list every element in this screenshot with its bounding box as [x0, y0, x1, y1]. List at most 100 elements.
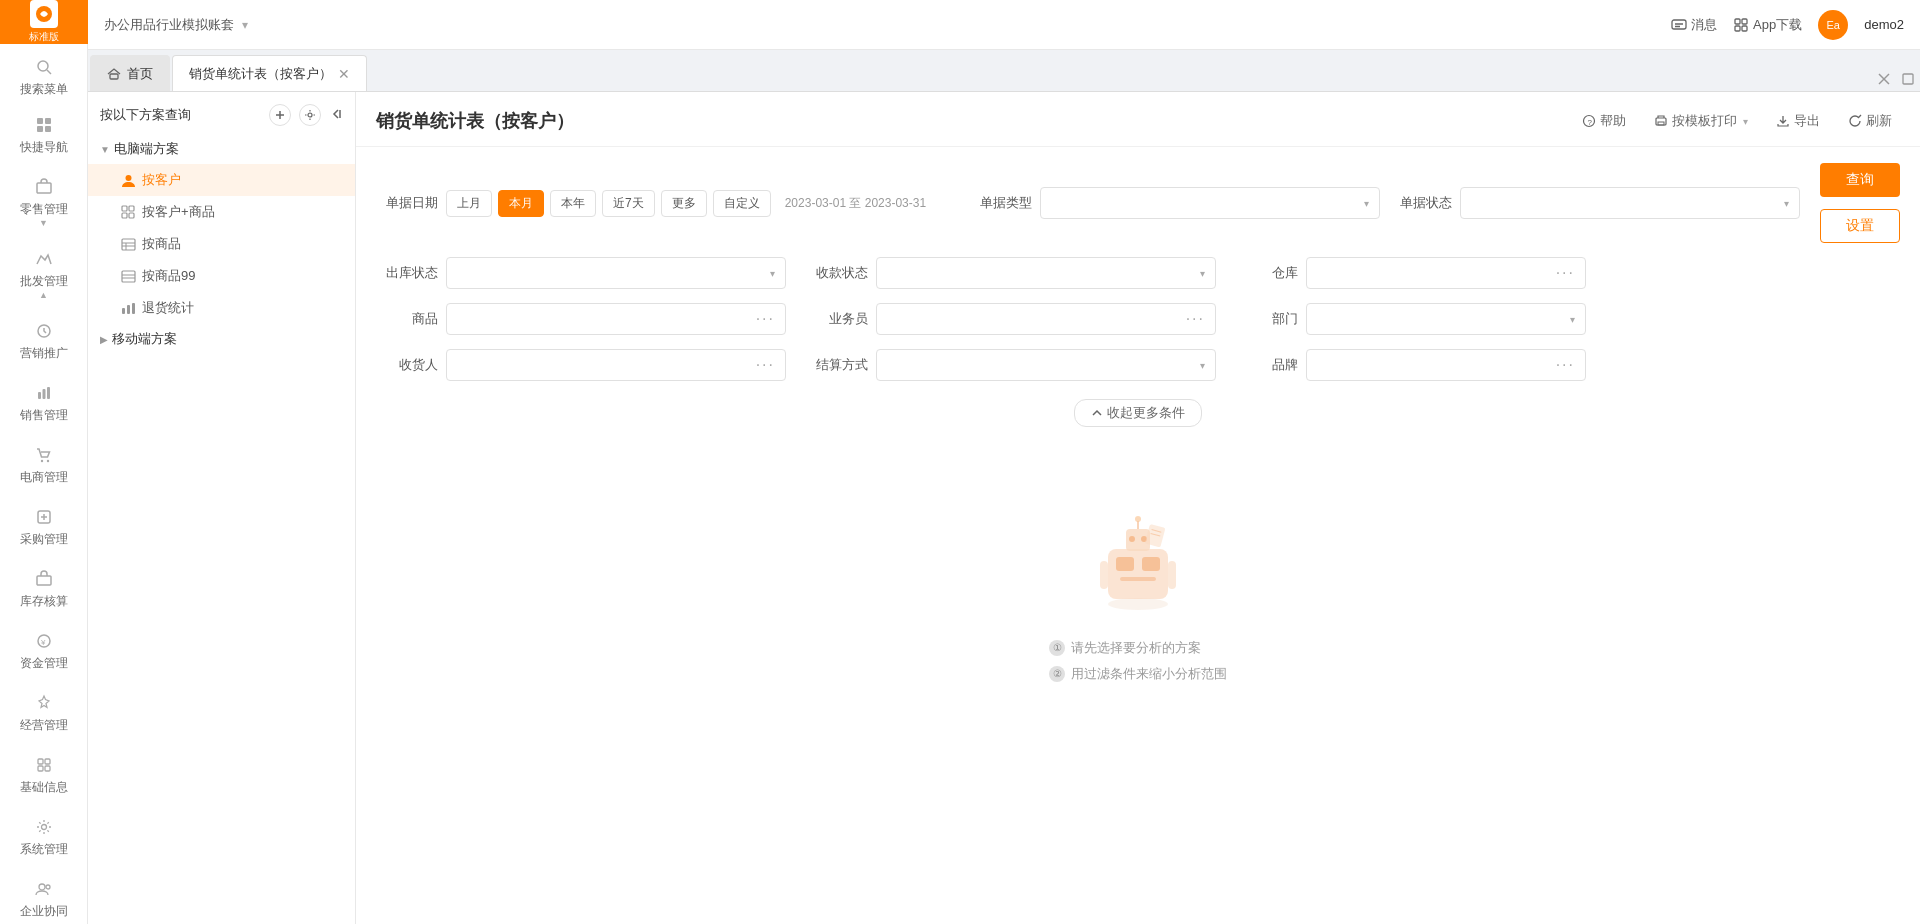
sidebar-item-search[interactable]: 搜索菜单: [0, 44, 88, 104]
sidebar-item-enterprise[interactable]: 企业协同: [0, 868, 88, 924]
goods-select[interactable]: ···: [446, 303, 786, 335]
tree-item-by-goods-99-label: 按商品99: [142, 267, 195, 285]
warehouse-label: 仓库: [1236, 264, 1306, 282]
sidebar-item-operation[interactable]: 经营管理: [0, 682, 88, 744]
svg-point-1: [38, 61, 48, 71]
print-icon: [1654, 114, 1668, 128]
help-icon: ?: [1582, 114, 1596, 128]
staff-select[interactable]: ···: [876, 303, 1216, 335]
brand-select[interactable]: ···: [1306, 349, 1586, 381]
left-panel-header: 按以下方案查询: [88, 92, 355, 134]
svg-point-71: [1129, 536, 1135, 542]
date-picker-group: 上月 本月 本年 近7天 更多 自定义 2023-03-01 至 2023-03…: [446, 190, 970, 217]
message-icon: [1671, 17, 1687, 33]
svg-rect-60: [132, 303, 135, 314]
refresh-btn[interactable]: 刷新: [1840, 108, 1900, 134]
export-btn[interactable]: 导出: [1768, 108, 1828, 134]
system-label: 系统管理: [20, 841, 68, 858]
svg-rect-48: [129, 206, 134, 211]
date-btn-this-month[interactable]: 本月: [498, 190, 544, 217]
left-panel-actions: [269, 104, 343, 126]
goods-dots[interactable]: ···: [756, 310, 775, 328]
date-btn-more[interactable]: 更多: [661, 190, 707, 217]
sidebar-item-inventory[interactable]: 库存核算: [0, 558, 88, 620]
sidebar-item-wholesale[interactable]: 批发管理 ▲: [0, 238, 88, 310]
basic-icon: [33, 754, 55, 776]
logo-icon: [30, 0, 58, 28]
settings-btn[interactable]: 设置: [1820, 209, 1900, 243]
date-btn-custom[interactable]: 自定义: [713, 190, 771, 217]
payment-select[interactable]: ▾: [876, 257, 1216, 289]
app-download-btn[interactable]: App下载: [1733, 16, 1802, 34]
status-select[interactable]: ▾: [1460, 187, 1800, 219]
status-dropdown-arrow: ▾: [1784, 198, 1789, 209]
print-btn[interactable]: 按模板打印 ▾: [1646, 108, 1756, 134]
warehouse-select[interactable]: ···: [1306, 257, 1586, 289]
window-maximize-btn[interactable]: [1896, 67, 1920, 91]
tab-sales-stat[interactable]: 销货单统计表（按客户） ✕: [172, 55, 367, 91]
sidebar-item-quick-nav[interactable]: 快捷导航: [0, 104, 88, 166]
collapse-filters-btn[interactable]: 收起更多条件: [1074, 399, 1202, 427]
help-btn[interactable]: ? 帮助: [1574, 108, 1634, 134]
warehouse-dots[interactable]: ···: [1556, 264, 1575, 282]
tree-group-mobile[interactable]: ▶ 移动端方案: [88, 324, 355, 354]
dept-select[interactable]: ▾: [1306, 303, 1586, 335]
date-btn-last-month[interactable]: 上月: [446, 190, 492, 217]
search-icon: [33, 56, 55, 78]
sidebar-item-basic[interactable]: 基础信息: [0, 744, 88, 806]
svg-rect-51: [122, 239, 135, 250]
svg-point-74: [1135, 516, 1141, 522]
logo-area[interactable]: 标准版: [0, 0, 88, 44]
collapse-panel-btn[interactable]: [329, 107, 343, 124]
sales-label: 销售管理: [20, 407, 68, 424]
sidebar-item-system[interactable]: 系统管理: [0, 806, 88, 868]
date-btn-this-year[interactable]: 本年: [550, 190, 596, 217]
tab-bar: 首页 销货单统计表（按客户） ✕: [88, 50, 1920, 92]
tree-item-by-goods-99[interactable]: 按商品99: [88, 260, 355, 292]
messages-btn[interactable]: 消息: [1671, 16, 1717, 34]
chart-icon: [120, 300, 136, 316]
sidebar-search-label: 搜索菜单: [20, 81, 68, 98]
sidebar-item-finance[interactable]: ¥ 资金管理: [0, 620, 88, 682]
empty-state: ① 请先选择要分析的方案 ② 用过滤条件来缩小分析范围: [356, 439, 1920, 747]
window-close-btn[interactable]: [1872, 67, 1896, 91]
collapse-filters-row: 收起更多条件: [376, 395, 1900, 439]
header-left: 办公用品行业模拟账套 ▾: [104, 16, 248, 34]
recipient-select[interactable]: ···: [446, 349, 786, 381]
export-label: 导出: [1794, 112, 1820, 130]
svg-line-2: [47, 70, 51, 74]
settlement-select[interactable]: ▾: [876, 349, 1216, 381]
inventory-label: 库存核算: [20, 593, 68, 610]
tab-close-btn[interactable]: ✕: [338, 66, 350, 82]
page-area: 按以下方案查询 ▼ 电脑端方案: [88, 92, 1920, 924]
brand-dots[interactable]: ···: [1556, 356, 1575, 374]
collapse-filters-label: 收起更多条件: [1107, 404, 1185, 422]
sidebar-item-purchase[interactable]: 采购管理: [0, 496, 88, 558]
purchase-label: 采购管理: [20, 531, 68, 548]
print-label: 按模板打印: [1672, 112, 1737, 130]
sidebar-item-ecommerce[interactable]: 电商管理: [0, 434, 88, 496]
settings-scheme-btn[interactable]: [299, 104, 321, 126]
type-select[interactable]: ▾: [1040, 187, 1380, 219]
tree-item-return-stat[interactable]: 退货统计: [88, 292, 355, 324]
tree-group-pc[interactable]: ▼ 电脑端方案: [88, 134, 355, 164]
query-btn[interactable]: 查询: [1820, 163, 1900, 197]
add-scheme-btn[interactable]: [269, 104, 291, 126]
tree-item-by-customer[interactable]: 按客户: [88, 164, 355, 196]
breadcrumb-title: 办公用品行业模拟账套: [104, 16, 234, 34]
tab-home-label: 首页: [127, 65, 153, 83]
svg-point-25: [39, 884, 45, 890]
tab-home[interactable]: 首页: [90, 55, 170, 91]
tree-item-by-customer-goods[interactable]: 按客户+商品: [88, 196, 355, 228]
out-status-select[interactable]: ▾: [446, 257, 786, 289]
sidebar-item-retail[interactable]: 零售管理 ▼: [0, 166, 88, 238]
recipient-dots[interactable]: ···: [756, 356, 775, 374]
out-status-arrow: ▾: [770, 268, 775, 279]
tree-item-by-goods[interactable]: 按商品: [88, 228, 355, 260]
sidebar-item-marketing[interactable]: 营销推广: [0, 310, 88, 372]
staff-dots[interactable]: ···: [1186, 310, 1205, 328]
user-avatar[interactable]: Ea: [1818, 10, 1848, 40]
svg-rect-23: [45, 766, 50, 771]
sidebar-item-sales[interactable]: 销售管理: [0, 372, 88, 434]
date-btn-7days[interactable]: 近7天: [602, 190, 655, 217]
